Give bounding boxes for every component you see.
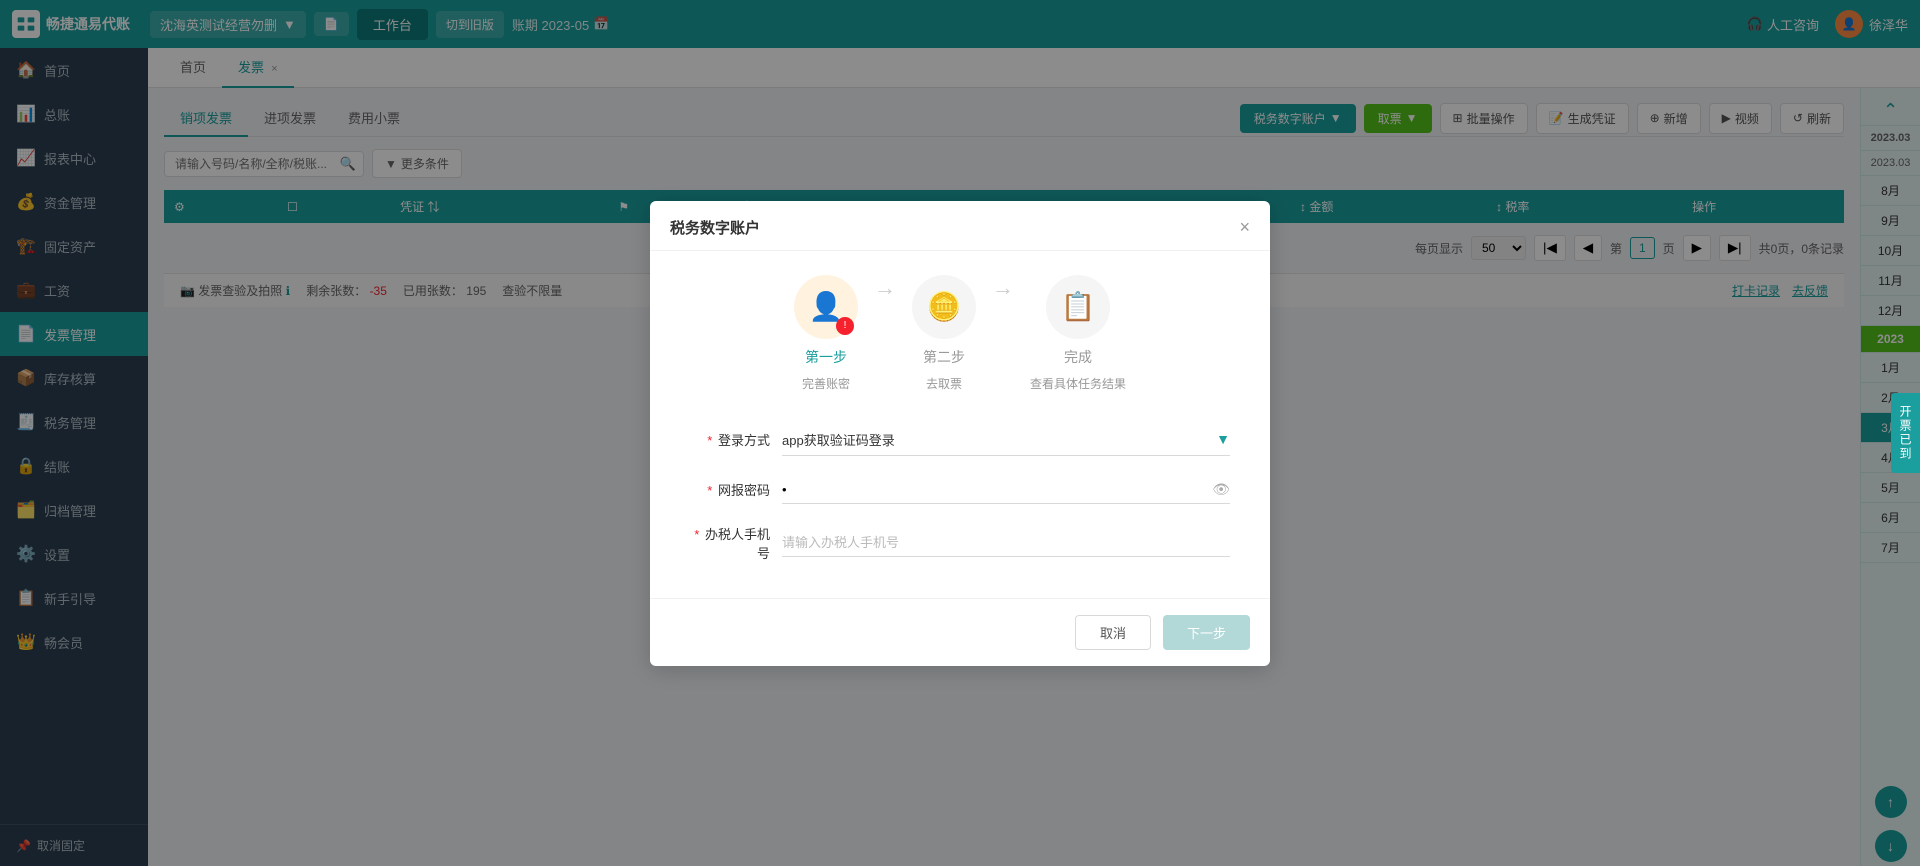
step-arrow-2: → xyxy=(976,275,1030,331)
step1-error-badge: ! xyxy=(836,317,854,335)
password-input[interactable] xyxy=(782,476,1212,503)
phone-label-text: 办税人手机号 xyxy=(705,527,770,561)
password-row: 网报密码 👁 xyxy=(690,476,1230,504)
modal-close-btn[interactable]: × xyxy=(1239,218,1250,236)
cancel-button[interactable]: 取消 xyxy=(1075,615,1151,650)
password-label-text: 网报密码 xyxy=(718,483,770,498)
phone-input[interactable] xyxy=(782,529,1230,557)
open-invoice-label: 开票已到 xyxy=(1898,405,1912,461)
login-method-label: 登录方式 xyxy=(690,430,770,449)
step2-title: 第二步 xyxy=(923,347,965,367)
complete-desc: 查看具体任务结果 xyxy=(1030,375,1126,392)
tax-account-modal: 税务数字账户 × 👤 ! 第一步 完善账密 → xyxy=(650,201,1270,666)
login-method-select[interactable]: app获取验证码登录 ▼ xyxy=(782,424,1230,456)
complete-title: 完成 xyxy=(1064,347,1092,367)
open-invoice-btn[interactable]: 开票已到 xyxy=(1891,393,1920,473)
password-label: 网报密码 xyxy=(690,480,770,499)
step1-title: 第一步 xyxy=(805,347,847,367)
step-complete: 📋 完成 查看具体任务结果 xyxy=(1030,275,1126,392)
step-complete-icon: 📋 xyxy=(1046,275,1110,339)
step2-icon: 🪙 xyxy=(912,275,976,339)
step1-user-icon: 👤 xyxy=(809,290,844,323)
step2-ticket-icon: 🪙 xyxy=(927,290,962,323)
eye-icon[interactable]: 👁 xyxy=(1212,481,1230,498)
login-method-value: app获取验证码登录 xyxy=(782,430,895,449)
steps: 👤 ! 第一步 完善账密 → 🪙 第二步 去取票 → xyxy=(690,275,1230,392)
select-arrow-icon: ▼ xyxy=(1216,431,1230,447)
modal-overlay: 税务数字账户 × 👤 ! 第一步 完善账密 → xyxy=(0,0,1920,866)
phone-label: 办税人手机号 xyxy=(690,524,770,562)
login-method-label-text: 登录方式 xyxy=(718,433,770,448)
step2-desc: 去取票 xyxy=(926,375,962,392)
login-method-row: 登录方式 app获取验证码登录 ▼ xyxy=(690,424,1230,456)
step1-desc: 完善账密 xyxy=(802,375,850,392)
step1-icon: 👤 ! xyxy=(794,275,858,339)
step-1: 👤 ! 第一步 完善账密 xyxy=(794,275,858,392)
phone-row: 办税人手机号 xyxy=(690,524,1230,562)
modal-title: 税务数字账户 xyxy=(670,217,760,238)
next-button[interactable]: 下一步 xyxy=(1163,615,1250,650)
complete-list-icon: 📋 xyxy=(1061,290,1096,323)
modal-header: 税务数字账户 × xyxy=(650,201,1270,251)
password-wrapper: 👁 xyxy=(782,476,1230,504)
step-2: 🪙 第二步 去取票 xyxy=(912,275,976,392)
modal-footer: 取消 下一步 xyxy=(650,598,1270,666)
modal-body: 👤 ! 第一步 完善账密 → 🪙 第二步 去取票 → xyxy=(650,251,1270,598)
step-arrow-1: → xyxy=(858,275,912,331)
